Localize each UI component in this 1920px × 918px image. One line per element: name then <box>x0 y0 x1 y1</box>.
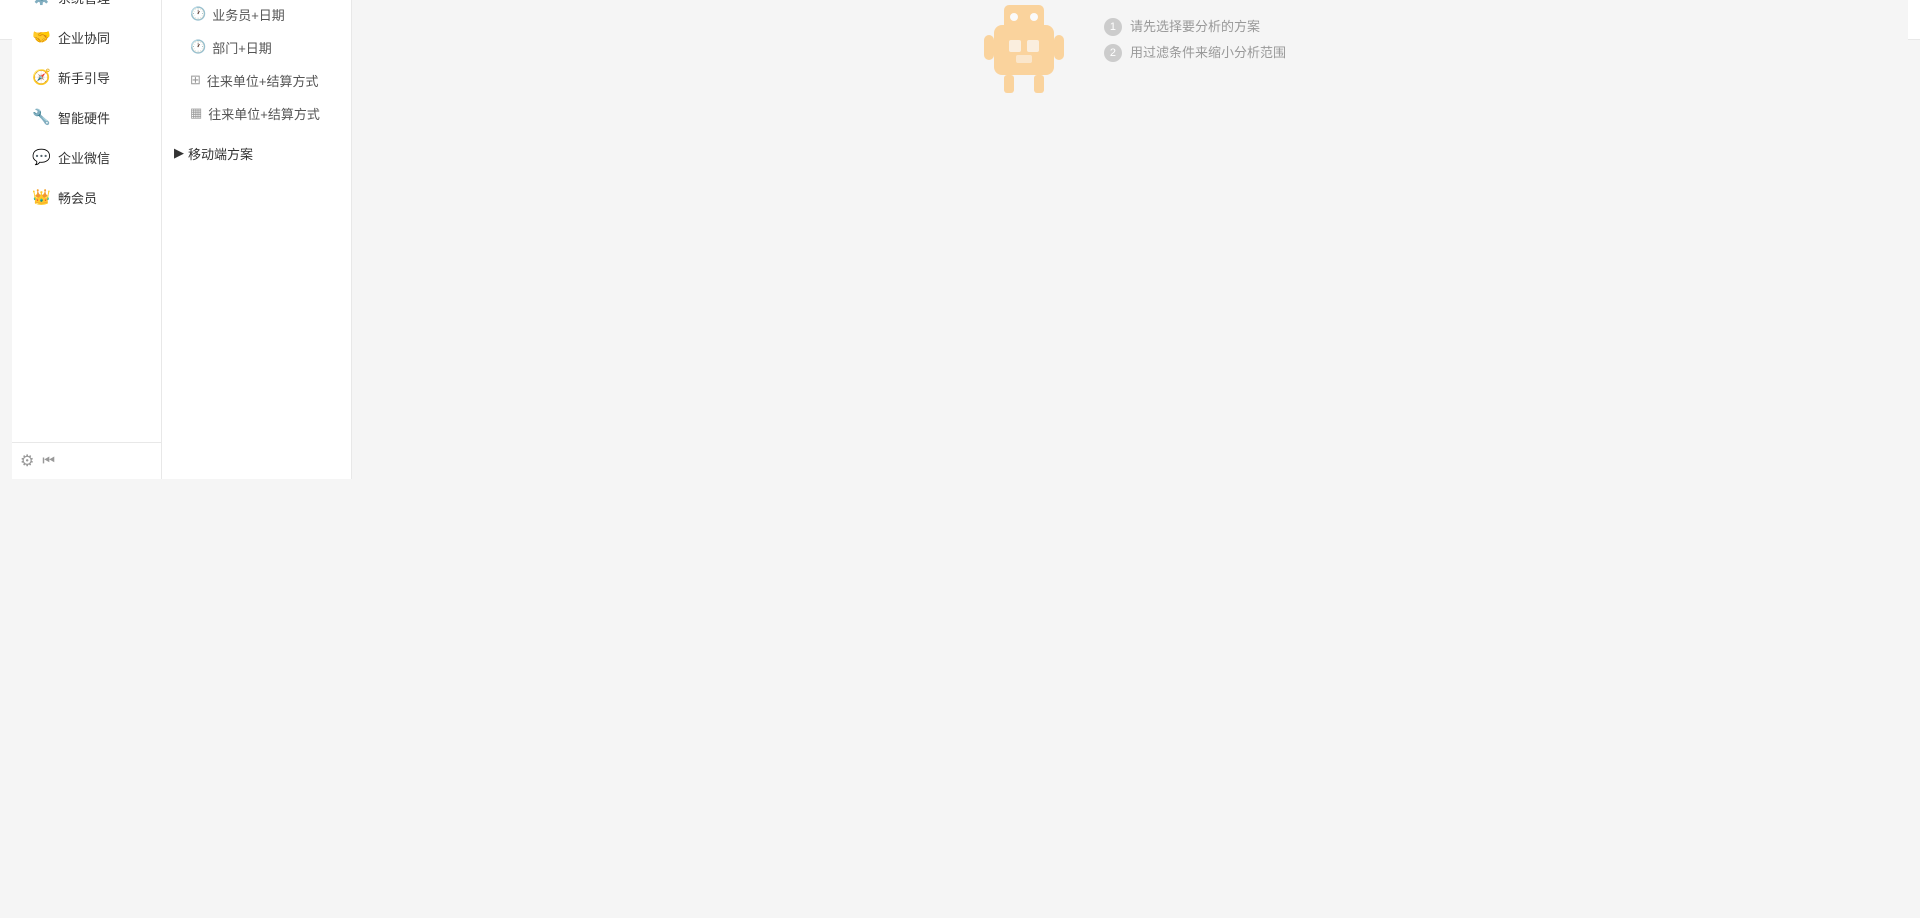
tip-text-2: 用过滤条件来缩小分析范围 <box>1130 40 1286 66</box>
sidebar-setting-icon[interactable]: ⚙ <box>20 451 34 471</box>
tip-num-2: 2 <box>1104 44 1122 62</box>
empty-tips: 1 请先选择要分析的方案 2 用过滤条件来缩小分析范围 <box>1104 14 1286 66</box>
scheme-group-mobile-header[interactable]: ▶ 移动端方案 <box>162 138 351 169</box>
scheme-group-mobile: ▶ 移动端方案 <box>162 134 351 173</box>
sidebar-bottom: ⚙ ⏮ <box>12 442 161 479</box>
sidebar-item-label: 新手引导 <box>58 68 110 87</box>
sidebar-item-member[interactable]: 👑 畅会员 <box>16 178 157 217</box>
scheme-item-partner-settlement1[interactable]: ⊞ 往来单位+结算方式 <box>162 64 351 97</box>
sidebar-item-label: 系统管理 <box>58 0 110 7</box>
scheme-item-label: 部门+日期 <box>212 38 272 57</box>
sidebar-item-label: 畅会员 <box>58 188 97 207</box>
sidebar-nav: 🔍 搜索菜单 🏠 快捷导航 📢 营销推广 💼 销售管理 🛒 采购管 <box>12 0 161 442</box>
scheme-item-label: 往来单位+结算方式 <box>208 104 320 123</box>
empty-state-inner: 1 请先选择要分析的方案 2 用过滤条件来缩小分析范围 <box>974 0 1286 95</box>
scheme-item-label: 业务员+日期 <box>212 5 285 24</box>
scheme-item-label: 往来单位+结算方式 <box>207 71 319 90</box>
scheme-item-partner-settlement2[interactable]: ▦ 往来单位+结算方式 <box>162 97 351 130</box>
cooperation-icon: 🤝 <box>32 28 50 46</box>
content-area: 资金管理 / 收款情况统计 ▾ ⚙ 体验行业方案 ✉ 消息 99+ 📱 App下… <box>162 0 1908 479</box>
expand-arrow-icon: ▶ <box>174 145 184 161</box>
tip-item-2: 2 用过滤条件来缩小分析范围 <box>1104 40 1286 66</box>
scheme-clock-icon: 🕐 <box>190 6 206 22</box>
member-icon: 👑 <box>32 188 50 206</box>
empty-illustration <box>974 0 1074 95</box>
guide-icon: 🧭 <box>32 68 50 86</box>
tip-num-1: 1 <box>1104 18 1122 36</box>
sidebar-item-label: 智能硬件 <box>58 108 110 127</box>
sidebar: 畅 畅捷通好生意 标准版 🔍 搜索菜单 🏠 快捷导航 📢 营 <box>12 0 162 479</box>
inner-layout: 按以下方案查询 + ⚙ 《 <box>162 0 1908 479</box>
system-icon: ⚙️ <box>32 0 50 6</box>
hardware-icon: 🔧 <box>32 108 50 126</box>
top-header: 畅 畅捷通好生意 标准版 🔍 搜索菜单 🏠 快捷导航 📢 营 <box>0 0 1920 40</box>
sidebar-item-label: 企业微信 <box>58 148 110 167</box>
left-panel: 按以下方案查询 + ⚙ 《 <box>162 0 352 479</box>
right-panel: 单据日期 上月 本月 本年 近7天 更多 自定义 <box>352 0 1908 479</box>
mobile-group-label: 移动端方案 <box>188 144 253 163</box>
scheme-item-dept-date[interactable]: 🕐 部门+日期 <box>162 31 351 64</box>
sidebar-item-cooperation[interactable]: 🤝 企业协同 <box>16 18 157 57</box>
sidebar-item-label: 企业协同 <box>58 28 110 47</box>
sidebar-item-guide[interactable]: 🧭 新手引导 <box>16 58 157 97</box>
page-content: 收款情况统计(按业务员) ↑ 导出 ↻ 刷新 <box>162 0 1908 479</box>
scheme-grid-icon: ⊞ <box>190 72 201 88</box>
sidebar-item-wechat[interactable]: 💬 企业微信 <box>16 138 157 177</box>
scheme-table5-icon: ▦ <box>190 105 202 121</box>
tip-item-1: 1 请先选择要分析的方案 <box>1104 14 1286 40</box>
sidebar-item-system[interactable]: ⚙️ 系统管理 <box>16 0 157 17</box>
scheme-group-pc: ▼ 电脑端方案 按业务员 ⊞ 按明细 <box>162 0 351 134</box>
scheme-item-salesperson-date[interactable]: 🕐 业务员+日期 <box>162 0 351 31</box>
wechat-icon: 💬 <box>32 148 50 166</box>
scheme-clock2-icon: 🕐 <box>190 39 206 55</box>
tip-text-1: 请先选择要分析的方案 <box>1130 14 1260 40</box>
sidebar-item-hardware[interactable]: 🔧 智能硬件 <box>16 98 157 137</box>
empty-state: 1 请先选择要分析的方案 2 用过滤条件来缩小分析范围 <box>352 0 1908 479</box>
sidebar-collapse-btn[interactable]: ⏮ <box>42 452 55 469</box>
